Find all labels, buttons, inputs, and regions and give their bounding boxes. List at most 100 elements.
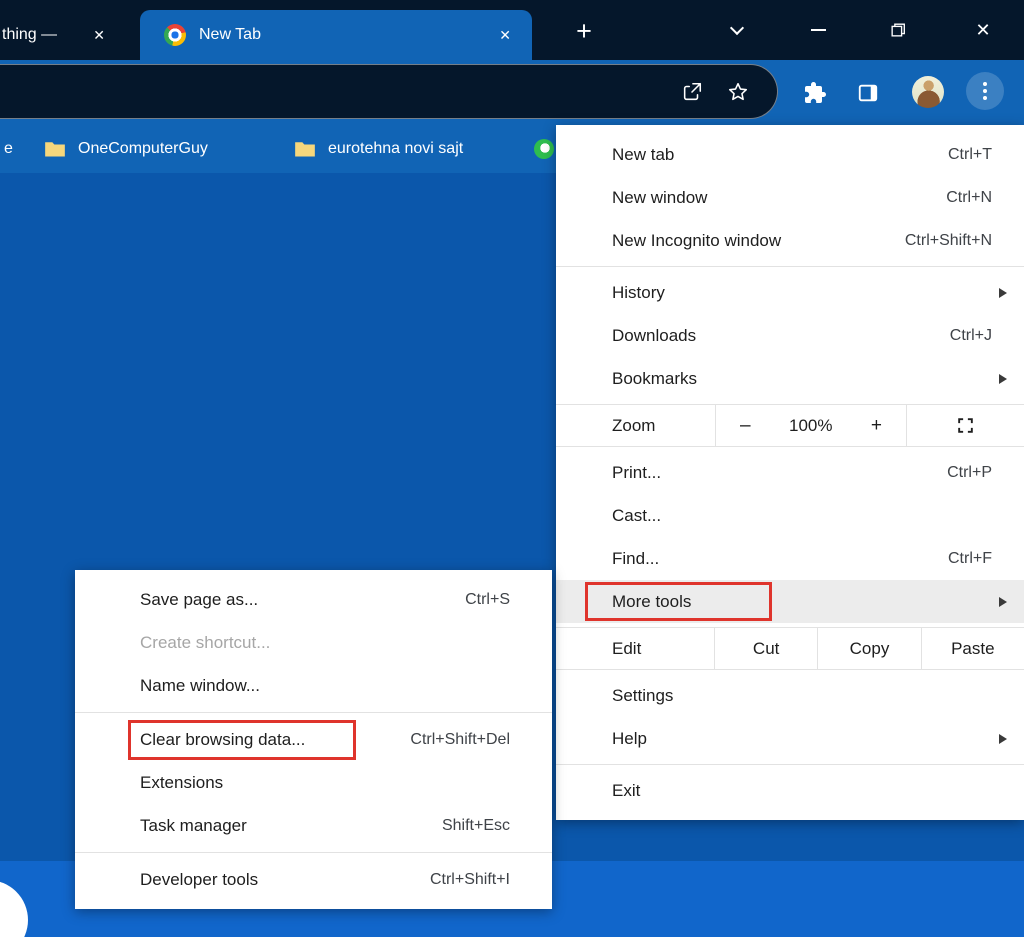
fullscreen-button[interactable] bbox=[906, 405, 1024, 446]
menu-item-cast[interactable]: Cast... bbox=[556, 494, 1024, 537]
menu-item-label: Cast... bbox=[612, 505, 662, 525]
profile-avatar[interactable] bbox=[912, 76, 944, 108]
tab-title: thing — bbox=[2, 26, 58, 43]
zoom-controls: – 100% + bbox=[715, 405, 906, 446]
menu-item-task-manager[interactable]: Task manager Shift+Esc bbox=[75, 804, 552, 847]
menu-item-help[interactable]: Help bbox=[556, 717, 1024, 760]
share-button[interactable] bbox=[677, 77, 707, 107]
menu-item-name-window[interactable]: Name window... bbox=[75, 664, 552, 707]
tab-new-tab[interactable]: New Tab ✕ bbox=[140, 10, 532, 60]
menu-item-new-tab[interactable]: New tab Ctrl+T bbox=[556, 133, 1024, 176]
tab-close-icon[interactable]: ✕ bbox=[494, 25, 516, 45]
puzzle-icon bbox=[805, 82, 826, 103]
menu-item-label: Exit bbox=[612, 780, 641, 800]
bookmark-folder-eurotehna[interactable]: eurotehna novi sajt bbox=[294, 124, 463, 173]
zoom-in-button[interactable]: + bbox=[871, 415, 882, 437]
side-panel-icon bbox=[858, 84, 878, 102]
menu-item-shortcut: Shift+Esc bbox=[441, 816, 510, 834]
menu-item-more-tools[interactable]: More tools bbox=[556, 580, 1024, 623]
menu-item-label: Settings bbox=[612, 685, 674, 705]
menu-item-extensions[interactable]: Extensions bbox=[75, 761, 552, 804]
submenu-arrow-icon bbox=[999, 733, 1007, 744]
menu-item-label: Developer tools bbox=[140, 869, 259, 889]
menu-item-new-window[interactable]: New window Ctrl+N bbox=[556, 176, 1024, 219]
menu-item-settings[interactable]: Settings bbox=[556, 674, 1024, 717]
menu-item-create-shortcut: Create shortcut... bbox=[75, 621, 552, 664]
bookmark-favicon-green[interactable] bbox=[534, 139, 554, 159]
chevron-down-icon bbox=[729, 20, 745, 35]
menu-item-shortcut: Ctrl+S bbox=[465, 590, 510, 608]
menu-item-bookmarks[interactable]: Bookmarks bbox=[556, 357, 1024, 400]
submenu-arrow-icon bbox=[999, 373, 1007, 384]
menu-item-label: Bookmarks bbox=[612, 368, 698, 388]
menu-item-exit[interactable]: Exit bbox=[556, 769, 1024, 812]
toolbar bbox=[0, 60, 1024, 124]
submenu-arrow-icon bbox=[999, 287, 1007, 298]
menu-zoom-row: Zoom – 100% + bbox=[556, 404, 1024, 447]
menu-item-history[interactable]: History bbox=[556, 271, 1024, 314]
folder-icon bbox=[45, 142, 65, 157]
browser-window: thing — ✕ New Tab ✕ + ✕ e OneComputerGuy… bbox=[0, 0, 1024, 937]
bookmark-label: e bbox=[4, 139, 13, 157]
menu-item-clear-browsing-data[interactable]: Clear browsing data... Ctrl+Shift+Del bbox=[75, 718, 552, 761]
menu-separator bbox=[75, 852, 552, 853]
bookmark-star-button[interactable] bbox=[723, 77, 753, 107]
menu-item-label: Save page as... bbox=[140, 589, 259, 609]
menu-item-label: Help bbox=[612, 728, 647, 748]
menu-item-shortcut: Ctrl+P bbox=[947, 463, 992, 481]
menu-item-label: Downloads bbox=[612, 325, 697, 345]
browser-menu-button[interactable] bbox=[966, 72, 1004, 110]
menu-item-label: New Incognito window bbox=[612, 230, 782, 250]
menu-item-label: Find... bbox=[612, 548, 660, 568]
menu-item-label: Print... bbox=[612, 462, 662, 482]
fullscreen-icon bbox=[958, 418, 973, 433]
avatar-image bbox=[912, 76, 944, 108]
zoom-out-button[interactable]: – bbox=[740, 415, 751, 437]
folder-icon bbox=[295, 142, 315, 157]
menu-item-shortcut: Ctrl+Shift+N bbox=[904, 231, 992, 249]
menu-separator bbox=[75, 712, 552, 713]
tab-title: New Tab bbox=[199, 26, 261, 43]
menu-item-label: History bbox=[612, 282, 665, 302]
menu-item-new-incognito-window[interactable]: New Incognito window Ctrl+Shift+N bbox=[556, 219, 1024, 262]
side-panel-button[interactable] bbox=[856, 81, 880, 105]
menu-item-label: Name window... bbox=[140, 675, 260, 695]
new-tab-button[interactable]: + bbox=[566, 13, 602, 49]
title-bar: thing — ✕ New Tab ✕ + ✕ bbox=[0, 0, 1024, 60]
tab-search-button[interactable] bbox=[715, 9, 759, 51]
chrome-logo-icon bbox=[164, 24, 186, 46]
minimize-button[interactable] bbox=[796, 9, 840, 51]
menu-item-developer-tools[interactable]: Developer tools Ctrl+Shift+I bbox=[75, 858, 552, 901]
browser-main-menu: New tab Ctrl+T New window Ctrl+N New Inc… bbox=[556, 125, 1024, 820]
menu-item-label: Clear browsing data... bbox=[140, 729, 306, 749]
zoom-value: 100% bbox=[788, 415, 833, 435]
copy-button[interactable]: Copy bbox=[817, 628, 920, 669]
bookmark-folder-onecomputerguy[interactable]: OneComputerGuy bbox=[44, 124, 208, 173]
submenu-arrow-icon bbox=[999, 596, 1007, 607]
three-dots-icon bbox=[966, 72, 1004, 110]
menu-item-shortcut: Ctrl+T bbox=[948, 145, 992, 163]
menu-item-shortcut: Ctrl+Shift+I bbox=[429, 870, 510, 888]
paste-button[interactable]: Paste bbox=[920, 628, 1024, 669]
menu-item-shortcut: Ctrl+F bbox=[948, 549, 992, 567]
menu-item-find[interactable]: Find... Ctrl+F bbox=[556, 537, 1024, 580]
tab-background-page[interactable]: thing — ✕ bbox=[0, 10, 126, 60]
menu-item-label: New tab bbox=[612, 144, 675, 164]
bookmark-label: OneComputerGuy bbox=[78, 139, 208, 157]
menu-item-downloads[interactable]: Downloads Ctrl+J bbox=[556, 314, 1024, 357]
menu-item-print[interactable]: Print... Ctrl+P bbox=[556, 451, 1024, 494]
extensions-button[interactable] bbox=[802, 80, 828, 106]
close-button[interactable]: ✕ bbox=[961, 9, 1005, 51]
restore-button[interactable] bbox=[876, 9, 920, 51]
menu-separator bbox=[556, 764, 1024, 765]
bookmark-label: eurotehna novi sajt bbox=[328, 139, 464, 157]
menu-item-save-page-as[interactable]: Save page as... Ctrl+S bbox=[75, 578, 552, 621]
menu-item-label: Extensions bbox=[140, 772, 224, 792]
cut-button[interactable]: Cut bbox=[714, 628, 817, 669]
bookmark-item-partial[interactable]: e bbox=[4, 124, 13, 173]
tab-close-icon[interactable]: ✕ bbox=[88, 25, 110, 45]
address-bar[interactable] bbox=[0, 64, 778, 119]
edit-label: Edit bbox=[612, 638, 642, 658]
minimize-icon bbox=[810, 29, 826, 31]
menu-edit-row: Edit Cut Copy Paste bbox=[556, 627, 1024, 670]
